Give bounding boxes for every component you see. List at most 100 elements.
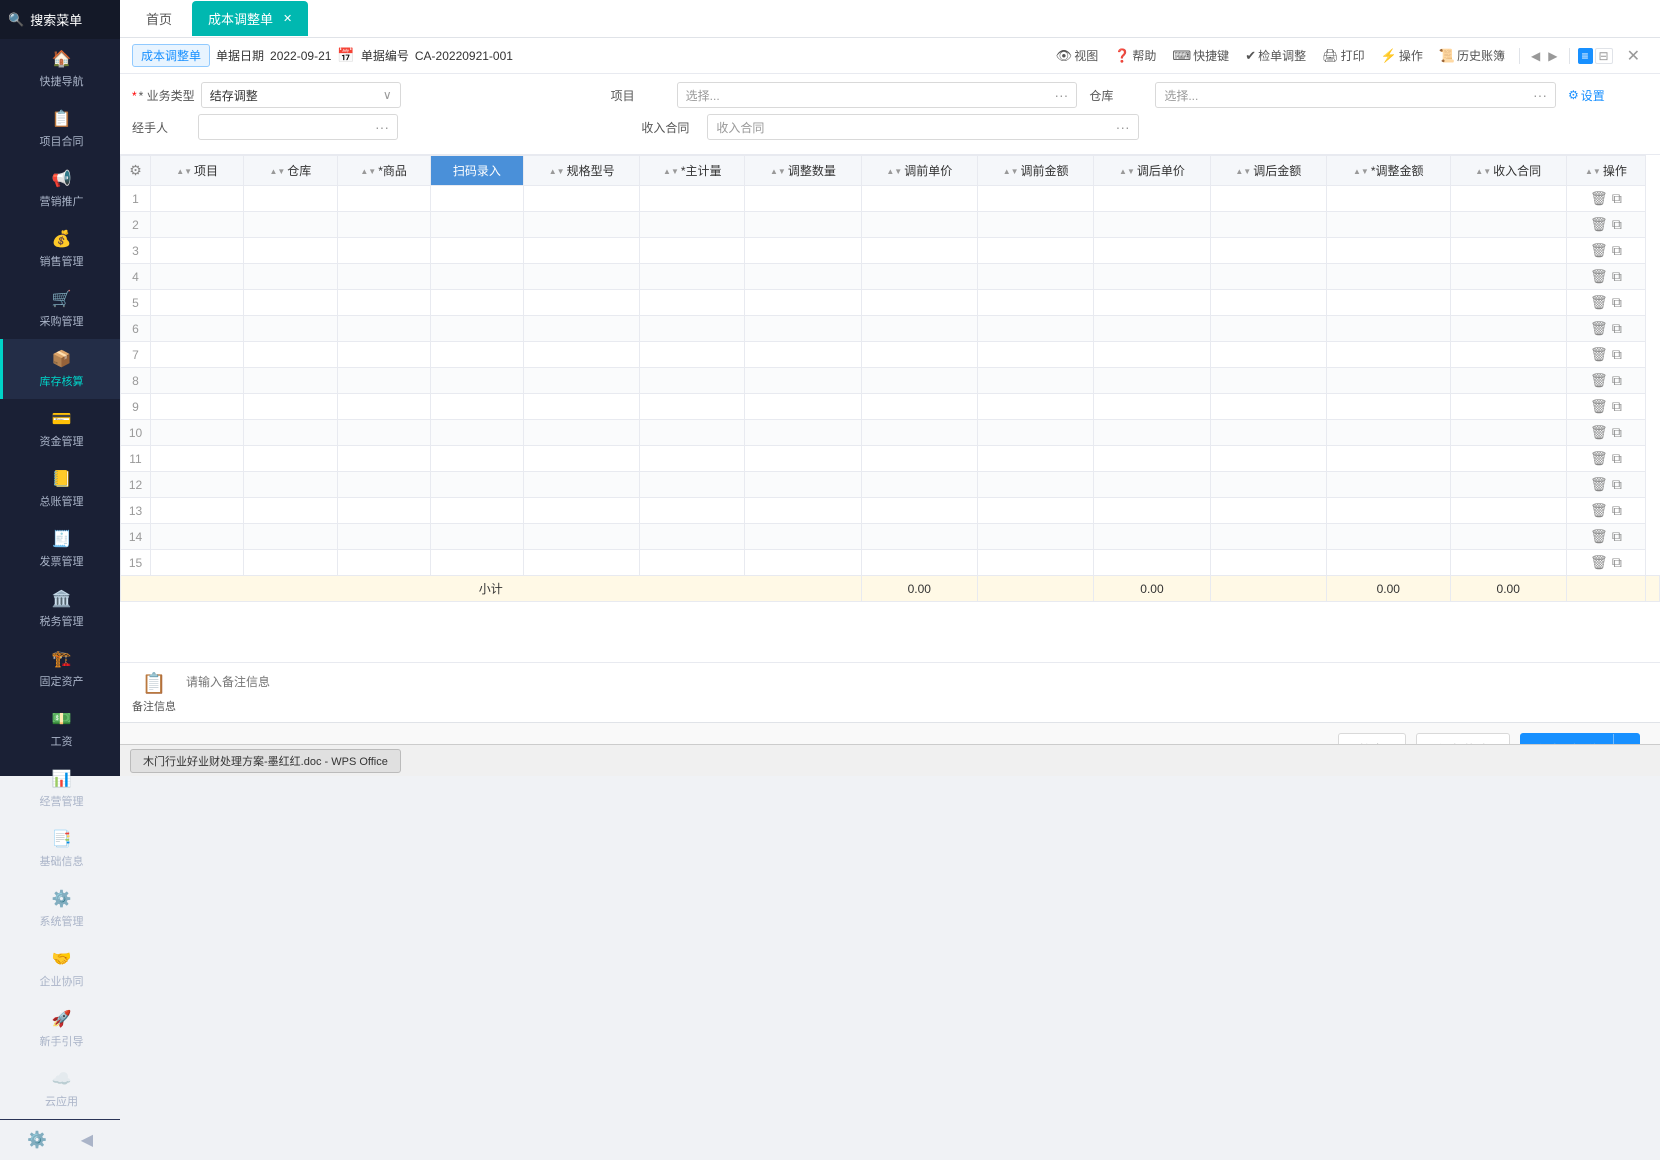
cell-post_unit_price-5[interactable] bbox=[1094, 290, 1210, 316]
cell-scan-15[interactable] bbox=[430, 550, 523, 576]
cell-income_contract-8[interactable] bbox=[1450, 368, 1566, 394]
warehouse-input[interactable]: 选择... ··· bbox=[1155, 82, 1556, 108]
cell-pre_amount-12[interactable] bbox=[977, 472, 1093, 498]
cell-post_unit_price-15[interactable] bbox=[1094, 550, 1210, 576]
cell-adjust_amount-14[interactable] bbox=[1326, 524, 1450, 550]
cell-pre_unit_price-7[interactable] bbox=[861, 342, 977, 368]
sort-arrows-post_amount[interactable]: ▲▼ bbox=[1235, 168, 1251, 176]
cell-goods-5[interactable] bbox=[337, 290, 430, 316]
cell-goods-8[interactable] bbox=[337, 368, 430, 394]
cell-post_unit_price-9[interactable] bbox=[1094, 394, 1210, 420]
cell-adjust_qty-10[interactable] bbox=[745, 420, 861, 446]
sort-arrows-adjust_amount[interactable]: ▲▼ bbox=[1353, 168, 1369, 176]
cell-income_contract-13[interactable] bbox=[1450, 498, 1566, 524]
delete-row-4[interactable]: 🗑 bbox=[1590, 268, 1608, 285]
cell-pre_unit_price-10[interactable] bbox=[861, 420, 977, 446]
cell-scan-2[interactable] bbox=[430, 212, 523, 238]
cell-project-3[interactable] bbox=[151, 238, 244, 264]
cell-adjust_amount-12[interactable] bbox=[1326, 472, 1450, 498]
cell-warehouse-7[interactable] bbox=[244, 342, 337, 368]
delete-row-7[interactable]: 🗑 bbox=[1590, 346, 1608, 363]
cell-scan-13[interactable] bbox=[430, 498, 523, 524]
handler-input[interactable]: ··· bbox=[198, 114, 398, 140]
sidebar-item-tax[interactable]: 🏛️ 税务管理 bbox=[0, 579, 120, 639]
cell-post_amount-13[interactable] bbox=[1210, 498, 1326, 524]
sort-arrows-pre_unit_price[interactable]: ▲▼ bbox=[886, 168, 902, 176]
cell-post_amount-6[interactable] bbox=[1210, 316, 1326, 342]
cell-spec-8[interactable] bbox=[524, 368, 640, 394]
delete-row-6[interactable]: 🗑 bbox=[1590, 320, 1608, 337]
cell-project-15[interactable] bbox=[151, 550, 244, 576]
cell-spec-11[interactable] bbox=[524, 446, 640, 472]
cell-warehouse-4[interactable] bbox=[244, 264, 337, 290]
cell-unit-4[interactable] bbox=[640, 264, 745, 290]
copy-row-5[interactable]: ⧉ bbox=[1612, 294, 1622, 311]
handler-more-icon[interactable]: ··· bbox=[375, 119, 389, 135]
sidebar-item-project-contract[interactable]: 📋 项目合同 bbox=[0, 99, 120, 159]
cell-pre_amount-14[interactable] bbox=[977, 524, 1093, 550]
delete-row-1[interactable]: 🗑 bbox=[1590, 190, 1608, 207]
cell-adjust_amount-11[interactable] bbox=[1326, 446, 1450, 472]
cell-spec-9[interactable] bbox=[524, 394, 640, 420]
cell-adjust_qty-6[interactable] bbox=[745, 316, 861, 342]
cell-spec-7[interactable] bbox=[524, 342, 640, 368]
cell-post_unit_price-4[interactable] bbox=[1094, 264, 1210, 290]
cell-post_unit_price-12[interactable] bbox=[1094, 472, 1210, 498]
sidebar-item-fixed-assets[interactable]: 🏗️ 固定资产 bbox=[0, 639, 120, 699]
tab-home[interactable]: 首页 bbox=[130, 1, 188, 36]
sidebar-item-invoice[interactable]: 🧾 发票管理 bbox=[0, 519, 120, 579]
cell-spec-2[interactable] bbox=[524, 212, 640, 238]
cell-income_contract-14[interactable] bbox=[1450, 524, 1566, 550]
copy-row-1[interactable]: ⧉ bbox=[1612, 190, 1622, 207]
cell-pre_unit_price-8[interactable] bbox=[861, 368, 977, 394]
cell-post_amount-3[interactable] bbox=[1210, 238, 1326, 264]
cell-project-6[interactable] bbox=[151, 316, 244, 342]
cell-income_contract-11[interactable] bbox=[1450, 446, 1566, 472]
cell-post_amount-8[interactable] bbox=[1210, 368, 1326, 394]
toolbar-help[interactable]: ❓ 帮助 bbox=[1108, 45, 1162, 66]
cell-post_amount-12[interactable] bbox=[1210, 472, 1326, 498]
cell-goods-14[interactable] bbox=[337, 524, 430, 550]
copy-row-4[interactable]: ⧉ bbox=[1612, 268, 1622, 285]
cell-adjust_amount-13[interactable] bbox=[1326, 498, 1450, 524]
cell-project-11[interactable] bbox=[151, 446, 244, 472]
cell-spec-3[interactable] bbox=[524, 238, 640, 264]
cell-goods-7[interactable] bbox=[337, 342, 430, 368]
cell-adjust_amount-5[interactable] bbox=[1326, 290, 1450, 316]
close-btn[interactable]: ✕ bbox=[1619, 46, 1648, 66]
cell-income_contract-4[interactable] bbox=[1450, 264, 1566, 290]
sidebar-item-purchase-mgmt[interactable]: 🛒 采购管理 bbox=[0, 279, 120, 339]
cell-pre_unit_price-3[interactable] bbox=[861, 238, 977, 264]
cell-post_amount-10[interactable] bbox=[1210, 420, 1326, 446]
business-type-input[interactable]: 结存调整 ∨ bbox=[201, 82, 401, 108]
sidebar-item-finance[interactable]: 💳 资金管理 bbox=[0, 399, 120, 459]
collapse-icon[interactable]: ◀ bbox=[81, 1130, 93, 1150]
cell-adjust_amount-1[interactable] bbox=[1326, 186, 1450, 212]
delete-row-8[interactable]: 🗑 bbox=[1590, 372, 1608, 389]
cell-unit-15[interactable] bbox=[640, 550, 745, 576]
sidebar-item-basic-info[interactable]: 📑 基础信息 bbox=[0, 819, 120, 879]
cell-unit-11[interactable] bbox=[640, 446, 745, 472]
cell-income_contract-10[interactable] bbox=[1450, 420, 1566, 446]
cell-warehouse-12[interactable] bbox=[244, 472, 337, 498]
sidebar-item-cloud-app[interactable]: ☁️ 云应用 bbox=[0, 1059, 120, 1119]
cell-goods-6[interactable] bbox=[337, 316, 430, 342]
cell-post_amount-11[interactable] bbox=[1210, 446, 1326, 472]
cell-income_contract-5[interactable] bbox=[1450, 290, 1566, 316]
cell-pre_unit_price-1[interactable] bbox=[861, 186, 977, 212]
cell-adjust_qty-3[interactable] bbox=[745, 238, 861, 264]
delete-row-3[interactable]: 🗑 bbox=[1590, 242, 1608, 259]
cell-unit-9[interactable] bbox=[640, 394, 745, 420]
cell-unit-5[interactable] bbox=[640, 290, 745, 316]
cell-spec-1[interactable] bbox=[524, 186, 640, 212]
cell-adjust_qty-5[interactable] bbox=[745, 290, 861, 316]
cell-adjust_qty-11[interactable] bbox=[745, 446, 861, 472]
cell-pre_amount-15[interactable] bbox=[977, 550, 1093, 576]
copy-row-12[interactable]: ⧉ bbox=[1612, 476, 1622, 493]
cell-pre_amount-10[interactable] bbox=[977, 420, 1093, 446]
cell-pre_amount-3[interactable] bbox=[977, 238, 1093, 264]
cell-post_unit_price-10[interactable] bbox=[1094, 420, 1210, 446]
cell-warehouse-14[interactable] bbox=[244, 524, 337, 550]
sidebar-item-system[interactable]: ⚙️ 系统管理 bbox=[0, 879, 120, 939]
cell-post_amount-2[interactable] bbox=[1210, 212, 1326, 238]
